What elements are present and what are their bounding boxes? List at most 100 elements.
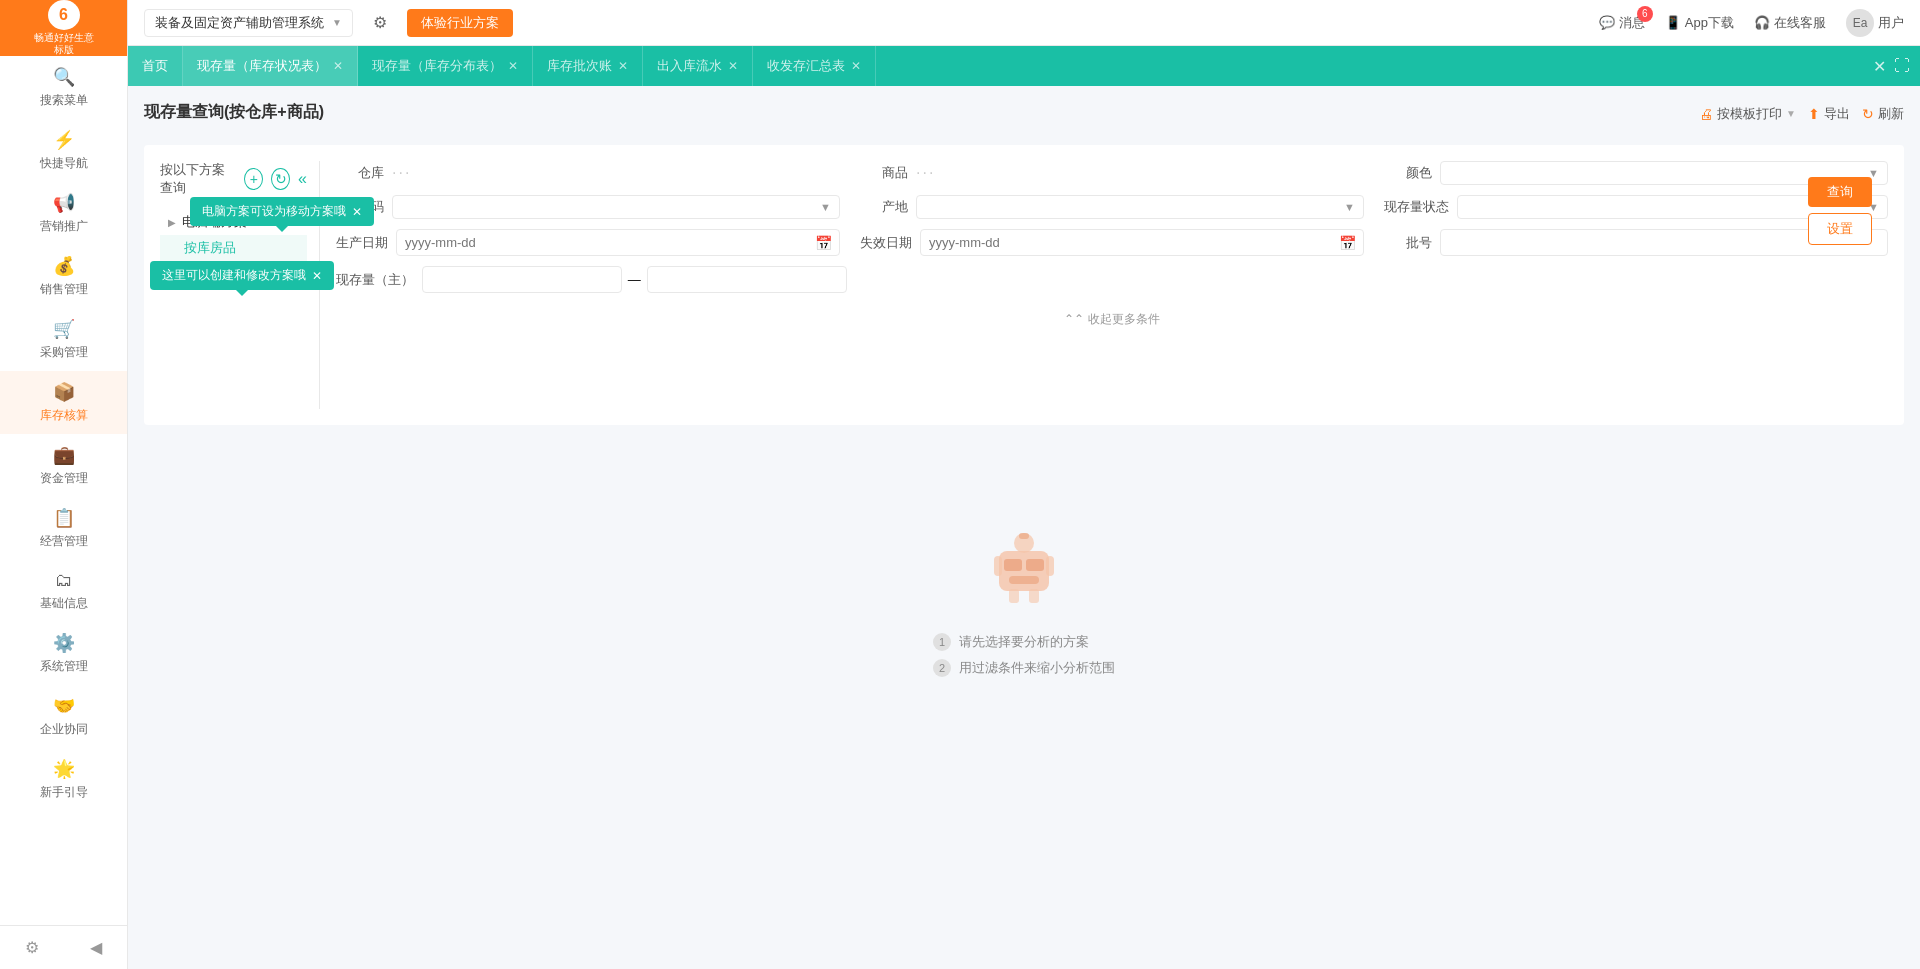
tab-home[interactable]: 首页	[128, 46, 183, 86]
tab-stock-status[interactable]: 现存量（库存状况表） ✕	[183, 46, 358, 86]
tab-stock-dist-close[interactable]: ✕	[508, 59, 518, 73]
filter-row2: 尺码 ▼ 产地 ▼ 现存量状态	[336, 195, 1888, 219]
reset-button[interactable]: 设置	[1808, 213, 1872, 245]
basic-icon: 🗂	[55, 570, 73, 591]
scheme-pc-by-warehouse[interactable]: 按库房品	[160, 235, 307, 261]
app-selector[interactable]: 装备及固定资产辅助管理系统 ▼	[144, 9, 353, 37]
tab-inout-flow[interactable]: 出入库流水 ✕	[643, 46, 753, 86]
sidebar-item-basic[interactable]: 🗂 基础信息	[0, 560, 127, 622]
expire-date-calendar-icon[interactable]: 📅	[1339, 235, 1356, 251]
svg-rect-0	[999, 551, 1049, 591]
gear-button[interactable]: ⚙	[369, 9, 391, 36]
refresh-icon: ↻	[1862, 106, 1874, 122]
tab-batch-account[interactable]: 库存批次账 ✕	[533, 46, 643, 86]
query-header-label: 按以下方案查询	[160, 161, 236, 197]
sidebar-label-system: 系统管理	[40, 658, 88, 675]
filter-goods-dots[interactable]: ···	[916, 164, 935, 182]
scheme-pc-arrow: ▶	[168, 217, 176, 228]
add-scheme-button[interactable]: +	[244, 168, 263, 190]
tab-batch-account-close[interactable]: ✕	[618, 59, 628, 73]
sidebar-item-inventory[interactable]: 📦 库存核算	[0, 371, 127, 434]
produce-date-calendar-icon[interactable]: 📅	[815, 235, 832, 251]
filter-color-label: 颜色	[1384, 164, 1432, 182]
user-label: 用户	[1878, 14, 1904, 32]
stock-qty-min-input[interactable]	[422, 266, 622, 293]
empty-step2: 2 用过滤条件来缩小分析范围	[933, 659, 1115, 677]
enterprise-icon: 🤝	[53, 695, 75, 717]
top-header: 装备及固定资产辅助管理系统 ▼ ⚙ 体验行业方案 💬 消息 6 📱 App下载 …	[128, 0, 1920, 46]
filter-produce-date-label: 生产日期	[336, 234, 388, 252]
settings-bottom-icon[interactable]: ⚙	[25, 938, 39, 957]
print-label: 按模板打印	[1717, 105, 1782, 123]
tooltip-scheme-close[interactable]: ✕	[352, 205, 362, 219]
tab-bar-end: ✕ ⛶	[1863, 46, 1920, 86]
search-button[interactable]: 查询	[1808, 177, 1872, 207]
produce-date-wrap: 📅	[396, 229, 840, 256]
filter-warehouse-label: 仓库	[336, 164, 384, 182]
phone-icon: 📱	[1665, 15, 1681, 30]
filter-warehouse-dots[interactable]: ···	[392, 164, 411, 182]
user-item[interactable]: Ea 用户	[1846, 9, 1904, 37]
refresh-button[interactable]: ↻ 刷新	[1862, 105, 1904, 123]
sidebar-item-enterprise[interactable]: 🤝 企业协同	[0, 685, 127, 748]
sidebar-item-operations[interactable]: 📋 经营管理	[0, 497, 127, 560]
sidebar-item-finance[interactable]: 💼 资金管理	[0, 434, 127, 497]
online-service-item[interactable]: 🎧 在线客服	[1754, 14, 1826, 32]
svg-rect-2	[1026, 559, 1044, 571]
message-icon: 💬	[1599, 15, 1615, 30]
expire-date-input[interactable]	[920, 229, 1364, 256]
empty-step1: 1 请先选择要分析的方案	[933, 633, 1115, 651]
print-button[interactable]: 🖨 按模板打印 ▼	[1699, 105, 1796, 123]
finance-icon: 💼	[53, 444, 75, 466]
arrow-left-icon[interactable]: «	[298, 170, 307, 188]
tab-expand-icon[interactable]: ⛶	[1894, 57, 1910, 75]
tab-stock-status-close[interactable]: ✕	[333, 59, 343, 73]
stock-qty-max-input[interactable]	[647, 266, 847, 293]
sidebar-item-purchase[interactable]: 🛒 采购管理	[0, 308, 127, 371]
sales-icon: 💰	[53, 255, 75, 277]
export-button[interactable]: ⬆ 导出	[1808, 105, 1850, 123]
step2-num: 2	[933, 659, 951, 677]
svg-rect-1	[1004, 559, 1022, 571]
sidebar-item-marketing[interactable]: 📢 营销推广	[0, 182, 127, 245]
messages-item[interactable]: 💬 消息 6	[1599, 14, 1645, 32]
filter-stock-qty-label: 现存量（主）	[336, 271, 414, 289]
sidebar-item-guide[interactable]: 🌟 新手引导	[0, 748, 127, 811]
refresh-label: 刷新	[1878, 105, 1904, 123]
svg-rect-9	[1019, 533, 1029, 539]
tab-stock-status-label: 现存量（库存状况表）	[197, 57, 327, 75]
message-badge: 6	[1637, 6, 1653, 22]
tab-recv-summary-close[interactable]: ✕	[851, 59, 861, 73]
filter-size-select[interactable]: ▼	[392, 195, 840, 219]
refresh-scheme-button[interactable]: ↻	[271, 168, 290, 190]
tab-inout-flow-close[interactable]: ✕	[728, 59, 738, 73]
step2-text: 用过滤条件来缩小分析范围	[959, 659, 1115, 677]
sidebar-item-quick[interactable]: ⚡ 快捷导航	[0, 119, 127, 182]
filter-origin-select[interactable]: ▼	[916, 195, 1364, 219]
expire-date-wrap: 📅	[920, 229, 1364, 256]
tab-inout-flow-label: 出入库流水	[657, 57, 722, 75]
tooltip-create-close[interactable]: ✕	[312, 269, 322, 283]
logo-icon: 6	[48, 0, 80, 30]
sidebar-label-operations: 经营管理	[40, 533, 88, 550]
export-label: 导出	[1824, 105, 1850, 123]
tab-close-all-icon[interactable]: ✕	[1873, 57, 1886, 76]
sidebar-label-search: 搜索菜单	[40, 92, 88, 109]
sidebar-item-sales[interactable]: 💰 销售管理	[0, 245, 127, 308]
collapse-bar[interactable]: ⌃⌃ 收起更多条件	[336, 303, 1888, 336]
produce-date-input[interactable]	[396, 229, 840, 256]
tab-recv-summary-label: 收发存汇总表	[767, 57, 845, 75]
collapse-sidebar-icon[interactable]: ◀	[90, 938, 102, 957]
industry-button[interactable]: 体验行业方案	[407, 9, 513, 37]
app-download-item[interactable]: 📱 App下载	[1665, 14, 1734, 32]
search-icon: 🔍	[53, 66, 75, 88]
top-actions: 🖨 按模板打印 ▼ ⬆ 导出 ↻ 刷新	[1699, 105, 1904, 123]
logo-text: 畅通好好生意标版	[34, 32, 94, 56]
app-download-label: App下载	[1685, 14, 1734, 32]
sidebar-item-search[interactable]: 🔍 搜索菜单	[0, 56, 127, 119]
tab-stock-dist[interactable]: 现存量（库存分布表） ✕	[358, 46, 533, 86]
tab-recv-summary[interactable]: 收发存汇总表 ✕	[753, 46, 876, 86]
sidebar-bottom: ⚙ ◀	[0, 925, 127, 969]
sidebar-item-system[interactable]: ⚙️ 系统管理	[0, 622, 127, 685]
sidebar-logo: 6 畅通好好生意标版	[0, 0, 127, 56]
